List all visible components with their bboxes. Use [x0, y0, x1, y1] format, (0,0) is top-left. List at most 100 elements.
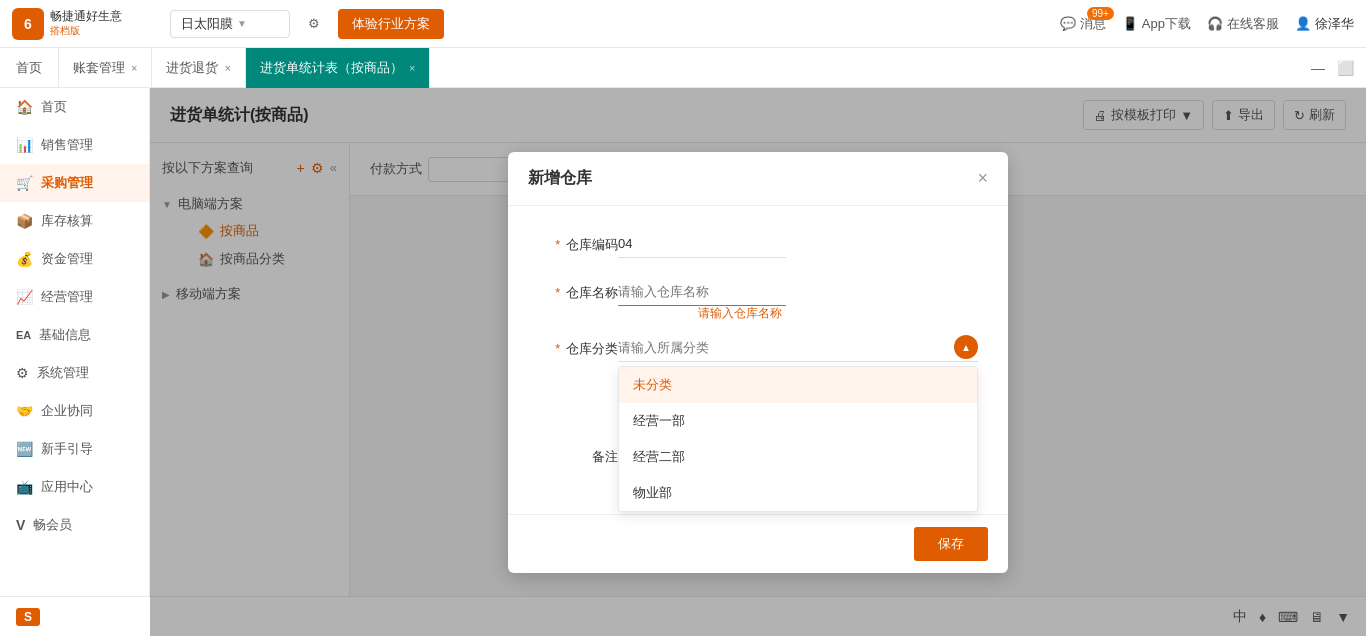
inventory-icon: 📦: [16, 213, 33, 229]
sidebar-appcenter-label: 应用中心: [41, 478, 93, 496]
sales-icon: 📊: [16, 137, 33, 153]
basic-info-icon: EA: [16, 329, 31, 341]
sidebar-sales-label: 销售管理: [41, 136, 93, 154]
notifications-button[interactable]: 💬 消息 99+: [1060, 15, 1106, 33]
dropdown-item-dept2[interactable]: 经营二部: [619, 439, 977, 475]
warehouse-category-wrapper: ▲: [618, 334, 978, 362]
tab-minimize-icon[interactable]: —: [1307, 58, 1329, 78]
sidebar-basic-info-label: 基础信息: [39, 326, 91, 344]
modal-title: 新增仓库: [528, 168, 592, 189]
tab-maximize-icon[interactable]: ⬜: [1333, 58, 1358, 78]
sidebar-item-member[interactable]: V 畅会员: [0, 506, 149, 544]
mobile-icon: 📱: [1122, 16, 1138, 31]
sidebar-item-purchase[interactable]: 🛒 采购管理: [0, 164, 149, 202]
message-icon: 💬: [1060, 16, 1076, 31]
sidebar-newbie-label: 新手引导: [41, 440, 93, 458]
dropdown-item-property[interactable]: 物业部: [619, 475, 977, 511]
warehouse-code-wrapper: [618, 230, 978, 258]
store-name: 日太阳膜: [181, 15, 233, 33]
home-icon: 🏠: [16, 99, 33, 115]
settings-button[interactable]: ⚙: [298, 8, 330, 40]
modal-body: * 仓库编码 * 仓库名称: [508, 206, 1008, 514]
warehouse-name-input[interactable]: [618, 278, 786, 306]
warehouse-code-row: * 仓库编码: [538, 230, 978, 258]
sidebar-item-finance[interactable]: 💰 资金管理: [0, 240, 149, 278]
tab-bar: 首页 账套管理 × 进货退货 × 进货单统计表（按商品） × — ⬜: [0, 48, 1366, 88]
customer-service-button[interactable]: 🎧 在线客服: [1207, 15, 1279, 33]
warehouse-category-row: * 仓库分类 ▲ 未分类: [538, 334, 978, 362]
sidebar-item-newbie[interactable]: 🆕 新手引导: [0, 430, 149, 468]
sidebar-enterprise-label: 企业协同: [41, 402, 93, 420]
modal-close-button[interactable]: ×: [977, 168, 988, 189]
sidebar-item-home[interactable]: 🏠 首页: [0, 88, 149, 126]
purchase-icon: 🛒: [16, 175, 33, 191]
warehouse-code-input[interactable]: [618, 230, 786, 258]
sidebar-item-basic-info[interactable]: EA 基础信息: [0, 316, 149, 354]
sidebar-item-sales[interactable]: 📊 销售管理: [0, 126, 149, 164]
warehouse-name-label: * 仓库名称: [538, 278, 618, 302]
notification-badge: 99+: [1087, 7, 1114, 20]
modal-header: 新增仓库 ×: [508, 152, 1008, 206]
headset-icon: 🎧: [1207, 16, 1223, 31]
tab-purchase-stats-close-icon[interactable]: ×: [409, 62, 415, 74]
sidebar-item-appcenter[interactable]: 📺 应用中心: [0, 468, 149, 506]
newbie-icon: 🆕: [16, 441, 33, 457]
tab-purchase-return[interactable]: 进货退货 ×: [152, 48, 245, 88]
appcenter-icon: 📺: [16, 479, 33, 495]
store-selector[interactable]: 日太阳膜 ▼: [170, 10, 290, 38]
app-download-button[interactable]: 📱 App下载: [1122, 15, 1191, 33]
modal-overlay[interactable]: 新增仓库 × * 仓库编码: [150, 88, 1366, 636]
tab-purchase-return-close-icon[interactable]: ×: [224, 62, 230, 74]
user-name: 徐泽华: [1315, 15, 1354, 33]
business-icon: 📈: [16, 289, 33, 305]
gear-icon: ⚙: [308, 16, 320, 31]
logo-sub: 搭档版: [50, 24, 122, 38]
store-arrow-icon: ▼: [237, 18, 247, 29]
brand-s-icon: S: [16, 608, 40, 626]
logo-text-area: 畅捷通好生意 搭档版: [50, 9, 122, 39]
warehouse-name-wrapper: 请输入仓库名称: [618, 278, 978, 306]
required-star2: *: [555, 285, 560, 300]
tab-home[interactable]: 首页: [0, 48, 59, 88]
category-dropdown-list: 未分类 经营一部 经营二部 物业部: [618, 366, 978, 512]
warehouse-name-error: 请输入仓库名称: [698, 305, 782, 322]
tab-accounts[interactable]: 账套管理 ×: [59, 48, 152, 88]
sidebar-item-system[interactable]: ⚙ 系统管理: [0, 354, 149, 392]
system-icon: ⚙: [16, 365, 29, 381]
main-layout: 🏠 首页 📊 销售管理 🛒 采购管理 📦 库存核算 💰 资金管理 📈 经营管理 …: [0, 88, 1366, 636]
sidebar-item-business[interactable]: 📈 经营管理: [0, 278, 149, 316]
sidebar-member-label: 畅会员: [33, 516, 72, 534]
sidebar-finance-label: 资金管理: [41, 250, 93, 268]
finance-icon: 💰: [16, 251, 33, 267]
warehouse-remark-label: 备注: [538, 442, 618, 466]
trial-button[interactable]: 体验行业方案: [338, 9, 444, 39]
required-star3: *: [555, 341, 560, 356]
sidebar-home-label: 首页: [41, 98, 67, 116]
tab-purchase-stats[interactable]: 进货单统计表（按商品） ×: [246, 48, 430, 88]
logo-area: 6 畅捷通好生意 搭档版: [12, 8, 162, 40]
sidebar-system-label: 系统管理: [37, 364, 89, 382]
member-icon: V: [16, 517, 25, 533]
warehouse-category-input[interactable]: [618, 334, 978, 361]
top-bar: 6 畅捷通好生意 搭档版 日太阳膜 ▼ ⚙ 体验行业方案 💬 消息 99+ 📱 …: [0, 0, 1366, 48]
sidebar-purchase-label: 采购管理: [41, 174, 93, 192]
sidebar-item-inventory[interactable]: 📦 库存核算: [0, 202, 149, 240]
dropdown-item-uncategorized[interactable]: 未分类: [619, 367, 977, 403]
logo-icon: 6: [12, 8, 44, 40]
sidebar-item-enterprise[interactable]: 🤝 企业协同: [0, 392, 149, 430]
modal-footer: 保存: [508, 514, 1008, 573]
warehouse-code-label: * 仓库编码: [538, 230, 618, 254]
category-dropdown-toggle[interactable]: ▲: [954, 335, 978, 359]
logo-text: 畅捷通好生意: [50, 9, 122, 25]
warehouse-category-label: * 仓库分类: [538, 334, 618, 358]
add-warehouse-modal: 新增仓库 × * 仓库编码: [508, 152, 1008, 573]
user-menu-button[interactable]: 👤 徐泽华: [1295, 15, 1354, 33]
content-area: 进货单统计(按商品) 🖨 按模板打印 ▼ ⬆ 导出 ↻ 刷新: [150, 88, 1366, 636]
dropdown-item-dept1[interactable]: 经营一部: [619, 403, 977, 439]
save-button[interactable]: 保存: [914, 527, 988, 561]
customer-service-label: 在线客服: [1227, 15, 1279, 33]
tab-controls: — ⬜: [1299, 58, 1366, 78]
sidebar: 🏠 首页 📊 销售管理 🛒 采购管理 📦 库存核算 💰 资金管理 📈 经营管理 …: [0, 88, 150, 636]
sidebar-inventory-label: 库存核算: [41, 212, 93, 230]
tab-accounts-close-icon[interactable]: ×: [131, 62, 137, 74]
